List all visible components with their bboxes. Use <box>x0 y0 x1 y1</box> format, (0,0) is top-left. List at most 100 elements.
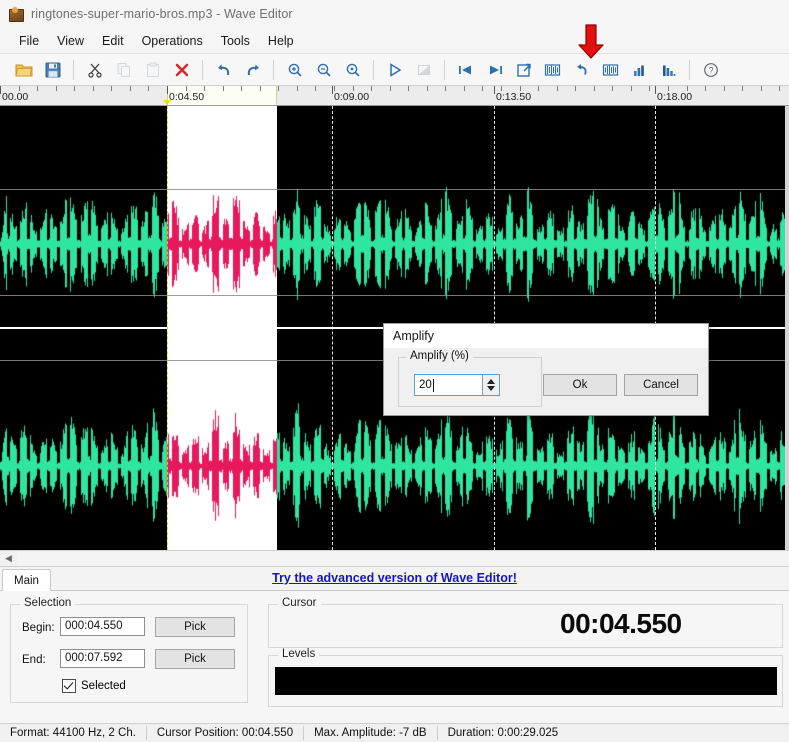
undo-button[interactable] <box>210 56 237 83</box>
ruler-tick <box>278 86 279 91</box>
play-button[interactable] <box>381 56 408 83</box>
rewind-button[interactable] <box>452 56 479 83</box>
bar-chart-up-icon <box>632 62 648 78</box>
ruler-label: 0:18.00 <box>657 91 693 103</box>
fade-out-button[interactable] <box>597 56 624 83</box>
ruler-label: 0:04.50 <box>169 91 205 103</box>
ruler-tick <box>557 86 558 91</box>
ruler-tick <box>130 86 131 91</box>
end-label: End: <box>22 654 46 666</box>
toolbar-separator <box>373 59 374 80</box>
end-input[interactable]: 000:07.592 <box>60 649 145 668</box>
paste-button[interactable] <box>139 56 166 83</box>
toolbar-separator <box>202 59 203 80</box>
timeline-ruler[interactable]: 00.00 0:04.50 0:09.00 0:13.50 0:18.00 <box>0 86 789 106</box>
ruler-major-tick <box>494 86 495 94</box>
ruler-label: 0:09.00 <box>334 91 370 103</box>
ruler-tick <box>297 86 298 91</box>
ruler-tick <box>37 86 38 91</box>
begin-pick-button[interactable]: Pick <box>155 617 235 637</box>
ruler-tick <box>223 86 224 91</box>
zoom-selection-button[interactable] <box>339 56 366 83</box>
ruler-tick <box>742 86 743 91</box>
help-button[interactable]: ? <box>697 56 724 83</box>
revert-button[interactable] <box>568 56 595 83</box>
dialog-ok-button[interactable]: Ok <box>543 374 617 396</box>
save-disk-icon <box>45 62 61 78</box>
ruler-tick <box>464 86 465 91</box>
scrollbar-track[interactable] <box>17 551 789 566</box>
spinner-arrows[interactable] <box>482 375 499 395</box>
wave-editor-icon <box>8 6 24 22</box>
ruler-major-tick <box>0 86 1 94</box>
ruler-label: 00.00 <box>2 91 29 103</box>
begin-label: Begin: <box>22 622 55 634</box>
ruler-tick <box>93 86 94 91</box>
redo-arrow-icon <box>244 62 262 78</box>
zoom-in-button[interactable] <box>281 56 308 83</box>
save-file-button[interactable] <box>39 56 66 83</box>
time-gridline <box>332 106 333 550</box>
open-file-button[interactable] <box>10 56 37 83</box>
menu-item-operations[interactable]: Operations <box>133 31 212 51</box>
ruler-tick <box>260 86 261 91</box>
question-circle-icon: ? <box>703 62 719 78</box>
ruler-major-tick <box>167 86 168 94</box>
copy-button[interactable] <box>110 56 137 83</box>
paste-icon <box>145 62 161 78</box>
bar-chart-down-icon <box>661 62 677 78</box>
amplify-percent-input[interactable]: 20 <box>414 374 500 396</box>
amplify-button[interactable] <box>655 56 682 83</box>
dialog-title: Amplify <box>384 324 708 348</box>
magnifier-icon <box>345 62 361 78</box>
stop-button[interactable] <box>410 56 437 83</box>
cut-button[interactable] <box>81 56 108 83</box>
menu-item-tools[interactable]: Tools <box>212 31 259 51</box>
ruler-tick <box>427 86 428 91</box>
waveform-bars-icon <box>544 62 561 78</box>
menu-item-file[interactable]: File <box>10 31 48 51</box>
amplify-group-label: Amplify (%) <box>406 350 473 362</box>
ruler-tick <box>575 86 576 91</box>
undo-arrow-icon <box>215 62 233 78</box>
normalize-button[interactable] <box>626 56 653 83</box>
toolbar-separator <box>273 59 274 80</box>
zoom-out-button[interactable] <box>310 56 337 83</box>
cursor-time-value: 00:04.550 <box>560 608 682 639</box>
spinner-down-icon[interactable] <box>487 386 495 391</box>
toolbar-separator <box>689 59 690 80</box>
fade-in-button[interactable] <box>539 56 566 83</box>
ruler-tick <box>445 86 446 91</box>
redo-button[interactable] <box>239 56 266 83</box>
ruler-tick <box>390 86 391 91</box>
red-x-icon <box>174 62 190 78</box>
menu-item-view[interactable]: View <box>48 31 93 51</box>
revert-arrow-icon <box>573 62 590 78</box>
menu-item-help[interactable]: Help <box>259 31 303 51</box>
end-pick-button[interactable]: Pick <box>155 649 235 669</box>
advanced-version-link[interactable]: Try the advanced version of Wave Editor! <box>0 571 789 585</box>
status-bar: Format: 44100 Hz, 2 Ch. Cursor Position:… <box>0 723 789 741</box>
scroll-left-icon[interactable]: ◀ <box>0 551 17 566</box>
spinner-up-icon[interactable] <box>487 379 495 384</box>
red-down-arrow-annotation <box>576 24 606 60</box>
ruler-tick <box>761 86 762 91</box>
delete-button[interactable] <box>168 56 195 83</box>
ruler-tick <box>74 86 75 91</box>
status-duration: Duration: 0:00:29.025 <box>447 726 559 739</box>
checkbox-check-icon <box>62 679 76 693</box>
horizontal-scrollbar[interactable]: ◀ <box>0 550 789 567</box>
begin-input[interactable]: 000:04.550 <box>60 617 145 636</box>
ruler-tick <box>241 86 242 91</box>
wave-editor-window: ringtones-super-mario-bros.mp3 - Wave Ed… <box>0 0 789 741</box>
amplify-dialog[interactable]: Amplify Amplify (%) 20 Ok Cancel <box>383 323 709 416</box>
dialog-cancel-button[interactable]: Cancel <box>624 374 698 396</box>
selected-checkbox[interactable]: Selected <box>62 679 126 693</box>
menu-item-edit[interactable]: Edit <box>93 31 133 51</box>
ruler-tick <box>204 86 205 91</box>
waveform-bars-2-icon <box>602 62 619 78</box>
export-button[interactable] <box>510 56 537 83</box>
forward-button[interactable] <box>481 56 508 83</box>
fast-forward-icon <box>486 62 504 78</box>
waveform-right-edge <box>785 106 789 550</box>
